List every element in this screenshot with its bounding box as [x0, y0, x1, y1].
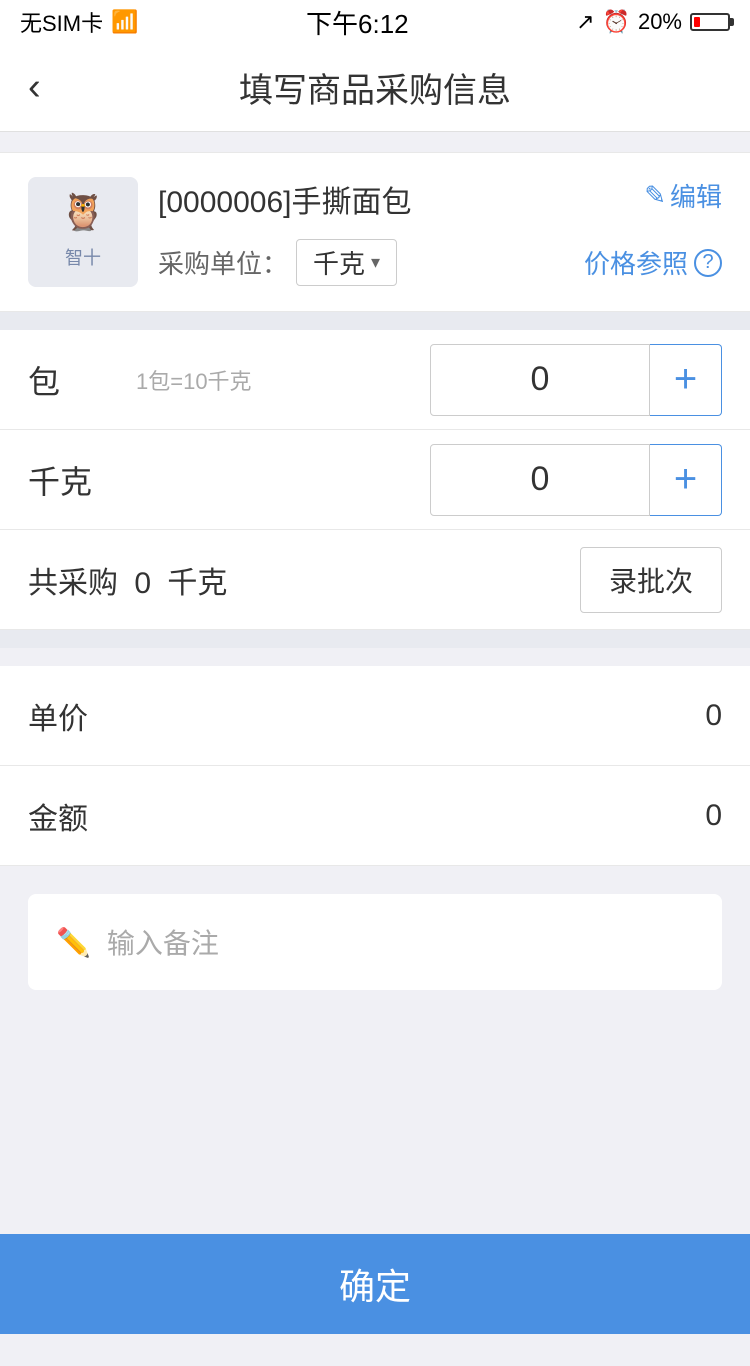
confirm-button[interactable]: 确定	[0, 1234, 750, 1334]
chevron-down-icon: ▾	[371, 252, 380, 273]
summary-row: 共采购 0 千克 录批次	[0, 530, 750, 630]
summary-text: 共采购 0 千克	[28, 558, 227, 602]
battery-icon	[690, 13, 730, 31]
unit-label: 采购单位：	[158, 244, 288, 281]
product-logo: 🦉智十	[61, 192, 106, 271]
kg-label: 千克	[28, 457, 128, 503]
amount-label: 金额	[28, 794, 88, 838]
help-icon: ?	[694, 249, 722, 277]
kg-input-row: 千克 +	[0, 430, 750, 530]
product-unit-row: 采购单位： 千克 ▾ 价格参照 ?	[158, 239, 722, 286]
notes-placeholder: 输入备注	[107, 922, 219, 962]
status-time: 下午6:12	[306, 4, 409, 41]
alarm-icon: ⏰	[603, 9, 630, 35]
record-batch-button[interactable]: 录批次	[580, 547, 722, 613]
product-info: [0000006]手撕面包 ✎ 编辑 采购单位： 千克 ▾ 价格参照 ?	[158, 177, 722, 286]
nav-bar: ‹ 填写商品采购信息	[0, 44, 750, 132]
edit-icon: ✎	[644, 180, 666, 211]
kg-quantity-input[interactable]	[430, 444, 650, 516]
product-image: 🦉智十	[28, 177, 138, 287]
notes-section: ✏️ 输入备注	[0, 866, 750, 1266]
price-row: 单价 0	[0, 666, 750, 766]
status-left: 无SIM卡 📶	[20, 6, 139, 38]
price-amount-section: 单价 0 金额 0	[0, 666, 750, 866]
page-title: 填写商品采购信息	[239, 63, 511, 112]
price-label: 单价	[28, 694, 88, 738]
unit-select[interactable]: 千克 ▾	[296, 239, 397, 286]
section-divider-1	[0, 312, 750, 330]
price-value: 0	[705, 699, 722, 733]
location-icon: ↗	[576, 9, 594, 35]
kg-plus-button[interactable]: +	[650, 444, 722, 516]
input-section: 包 1包=10千克 + 千克 +	[0, 330, 750, 530]
bag-sublabel: 1包=10千克	[136, 364, 252, 396]
bag-label: 包	[28, 357, 128, 403]
bag-input-right: +	[430, 344, 722, 416]
back-button[interactable]: ‹	[28, 66, 41, 109]
bag-quantity-input[interactable]	[430, 344, 650, 416]
product-card: 🦉智十 [0000006]手撕面包 ✎ 编辑 采购单位： 千克 ▾ 价格参照	[0, 152, 750, 312]
no-sim-text: 无SIM卡	[20, 6, 103, 38]
total-value: 0	[134, 567, 151, 600]
section-divider-2	[0, 630, 750, 648]
pencil-icon: ✏️	[56, 926, 91, 959]
price-ref-button[interactable]: 价格参照 ?	[584, 244, 722, 281]
amount-row: 金额 0	[0, 766, 750, 866]
battery-percent: 20%	[638, 9, 682, 35]
product-top-row: [0000006]手撕面包 ✎ 编辑	[158, 177, 722, 221]
bag-input-row: 包 1包=10千克 +	[0, 330, 750, 430]
wifi-icon: 📶	[111, 9, 138, 35]
edit-button[interactable]: ✎ 编辑	[644, 177, 722, 214]
status-bar: 无SIM卡 📶 下午6:12 ↗ ⏰ 20%	[0, 0, 750, 44]
amount-value: 0	[705, 799, 722, 833]
product-name: [0000006]手撕面包	[158, 177, 411, 221]
status-right: ↗ ⏰ 20%	[576, 9, 730, 35]
kg-input-right: +	[430, 444, 722, 516]
notes-input-area[interactable]: ✏️ 输入备注	[28, 894, 722, 990]
bag-plus-button[interactable]: +	[650, 344, 722, 416]
